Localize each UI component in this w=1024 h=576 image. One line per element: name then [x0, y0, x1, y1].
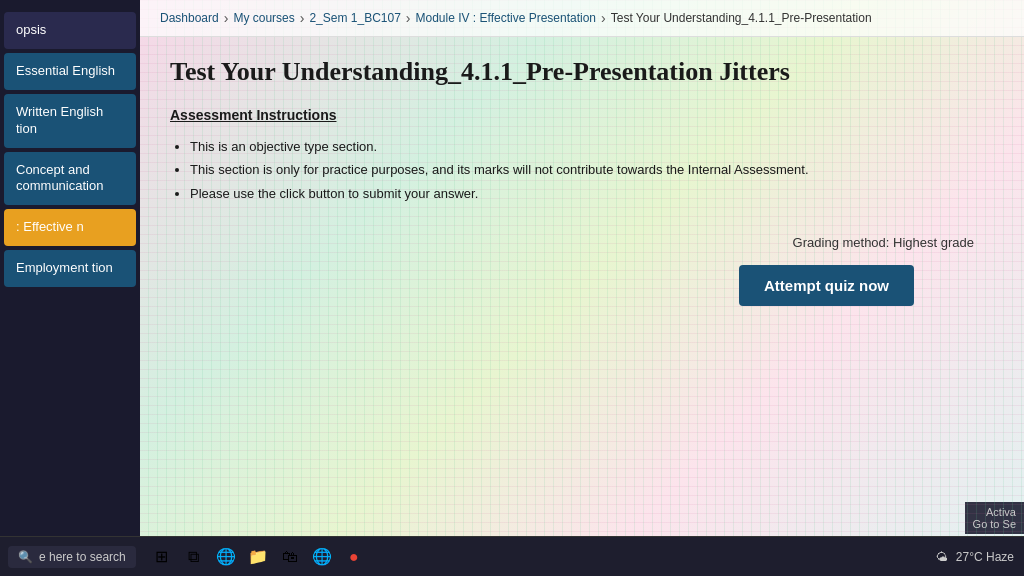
breadcrumb-sep-3: ›: [406, 10, 411, 26]
main-wrapper: opsis Essential English Written English …: [0, 0, 1024, 576]
breadcrumb-current: Test Your Understanding_4.1.1_Pre-Presen…: [611, 11, 872, 25]
search-label: e here to search: [39, 550, 126, 564]
start-button[interactable]: ⊞: [151, 546, 173, 568]
page-title: Test Your Understanding_4.1.1_Pre-Presen…: [170, 57, 994, 87]
taskbar-search[interactable]: 🔍 e here to search: [8, 546, 136, 568]
breadcrumb-dashboard[interactable]: Dashboard: [160, 11, 219, 25]
taskbar: 🔍 e here to search ⊞ ⧉ 🌐 📁 🛍 🌐 ● 🌤 27°C …: [0, 536, 1024, 576]
search-icon: 🔍: [18, 550, 33, 564]
sidebar-item-written-english[interactable]: Written English tion: [4, 94, 136, 148]
sidebar-item-effective[interactable]: : Effective n: [4, 209, 136, 246]
breadcrumb-sem[interactable]: 2_Sem 1_BC107: [309, 11, 400, 25]
sidebar-item-essential-english[interactable]: Essential English: [4, 53, 136, 90]
weather-info: 27°C Haze: [956, 550, 1014, 564]
attempt-quiz-button[interactable]: Attempt quiz now: [739, 265, 914, 306]
chrome-icon[interactable]: ●: [343, 546, 365, 568]
instruction-item-2: This section is only for practice purpos…: [190, 158, 994, 181]
file-explorer-icon[interactable]: 📁: [247, 546, 269, 568]
sidebar-item-opsis[interactable]: opsis: [4, 12, 136, 49]
instruction-item-3: Please use the click button to submit yo…: [190, 182, 994, 205]
taskbar-icons: ⊞ ⧉ 🌐 📁 🛍 🌐 ●: [151, 546, 365, 568]
page-content: Test Your Understanding_4.1.1_Pre-Presen…: [140, 37, 1024, 576]
store-icon[interactable]: 🛍: [279, 546, 301, 568]
grading-method: Grading method: Highest grade: [170, 235, 994, 250]
breadcrumb: Dashboard › My courses › 2_Sem 1_BC107 ›…: [140, 0, 1024, 37]
sidebar: opsis Essential English Written English …: [0, 0, 140, 576]
edge-icon[interactable]: 🌐: [215, 546, 237, 568]
sidebar-item-employment[interactable]: Employment tion: [4, 250, 136, 287]
breadcrumb-sep-2: ›: [300, 10, 305, 26]
content-area: Dashboard › My courses › 2_Sem 1_BC107 ›…: [140, 0, 1024, 576]
breadcrumb-module[interactable]: Module IV : Effective Presentation: [416, 11, 597, 25]
taskbar-right: 🌤 27°C Haze: [936, 550, 1024, 564]
weather-icon: 🌤: [936, 550, 948, 564]
task-view-icon[interactable]: ⧉: [183, 546, 205, 568]
breadcrumb-sep-1: ›: [224, 10, 229, 26]
browser-icon-2[interactable]: 🌐: [311, 546, 333, 568]
instruction-item-1: This is an objective type section.: [190, 135, 994, 158]
sidebar-item-concept[interactable]: Concept and communication: [4, 152, 136, 206]
breadcrumb-my-courses[interactable]: My courses: [233, 11, 294, 25]
breadcrumb-sep-4: ›: [601, 10, 606, 26]
instructions-title: Assessment Instructions: [170, 107, 994, 123]
instructions-list: This is an objective type section. This …: [170, 135, 994, 205]
